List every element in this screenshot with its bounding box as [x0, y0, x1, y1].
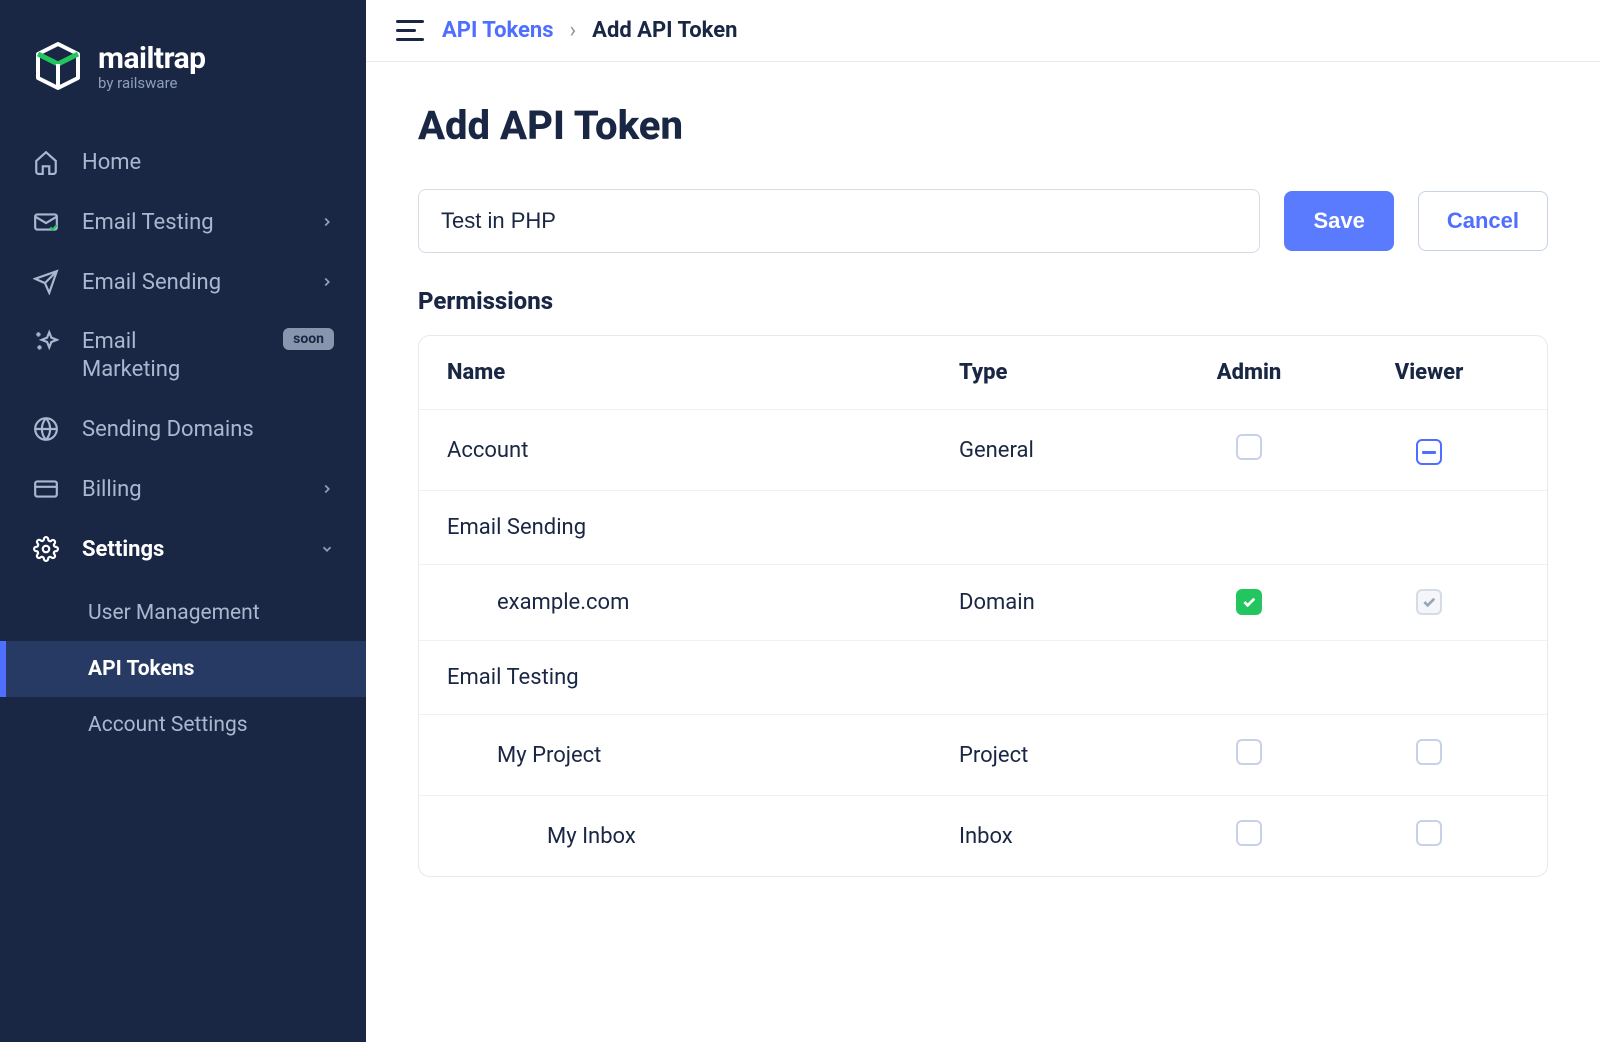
save-button[interactable]: Save: [1284, 191, 1393, 251]
checkbox[interactable]: [1236, 434, 1262, 460]
checkbox[interactable]: [1236, 589, 1262, 615]
brand-logo[interactable]: mailtrap by railsware: [0, 26, 366, 132]
chevron-down-icon: [320, 542, 334, 556]
menu-toggle-icon[interactable]: [396, 20, 424, 42]
main-content: API Tokens › Add API Token Add API Token…: [366, 0, 1600, 1042]
checkbox[interactable]: [1416, 820, 1442, 846]
sidebar-item-email-testing[interactable]: Email Testing: [0, 192, 366, 252]
permission-type: Inbox: [959, 824, 1159, 849]
chevron-right-icon: [320, 215, 334, 229]
permission-admin-cell: [1159, 820, 1339, 852]
permission-name: My Inbox: [447, 824, 959, 849]
gear-icon: [32, 535, 60, 563]
settings-subnav: User Management API Tokens Account Setti…: [0, 579, 366, 759]
sidebar-item-label: Billing: [82, 477, 142, 502]
mailtrap-logo-icon: [32, 40, 84, 92]
permission-row: example.com Domain: [419, 565, 1547, 641]
permission-viewer-cell: [1339, 435, 1519, 466]
home-icon: [32, 148, 60, 176]
sidebar-item-billing[interactable]: Billing: [0, 459, 366, 519]
permission-name: My Project: [447, 743, 959, 768]
checkbox: [1416, 589, 1442, 615]
sidebar-item-label: Settings: [82, 537, 164, 562]
checkbox[interactable]: [1236, 739, 1262, 765]
permission-admin-cell: [1159, 434, 1339, 466]
permissions-header-row: Name Type Admin Viewer: [419, 336, 1547, 410]
sidebar-item-label: Home: [82, 150, 141, 175]
permission-viewer-cell: [1339, 589, 1519, 616]
sidebar-item-label: Email Testing: [82, 210, 214, 235]
permission-type: Project: [959, 743, 1159, 768]
sidebar-item-email-marketing[interactable]: Email Marketing soon: [0, 312, 366, 399]
permission-row: My Project Project: [419, 715, 1547, 796]
page-title: Add API Token: [418, 102, 1548, 149]
send-icon: [32, 268, 60, 296]
token-name-input[interactable]: [418, 189, 1260, 253]
sidebar-item-label-line2: Marketing: [82, 356, 180, 384]
sidebar-item-home[interactable]: Home: [0, 132, 366, 192]
sidebar-item-label: Email Sending: [82, 270, 221, 295]
sidebar-item-email-sending[interactable]: Email Sending: [0, 252, 366, 312]
checkbox[interactable]: [1416, 439, 1442, 465]
chevron-right-icon: [320, 482, 334, 496]
sidebar: mailtrap by railsware Home Email Testing…: [0, 0, 366, 1042]
permission-row: Email Testing: [419, 641, 1547, 715]
cancel-button[interactable]: Cancel: [1418, 191, 1548, 251]
sidebar-item-label: Sending Domains: [82, 417, 254, 442]
soon-badge: soon: [283, 328, 334, 350]
checkbox[interactable]: [1416, 739, 1442, 765]
checkbox[interactable]: [1236, 820, 1262, 846]
chevron-right-icon: [320, 275, 334, 289]
permission-viewer-cell: [1339, 739, 1519, 771]
breadcrumb: API Tokens › Add API Token: [442, 18, 737, 43]
permission-viewer-cell: [1339, 820, 1519, 852]
permission-type: General: [959, 438, 1159, 463]
permission-row: Account General: [419, 410, 1547, 491]
permission-admin-cell: [1159, 739, 1339, 771]
permission-name: Email Testing: [447, 665, 959, 690]
col-admin: Admin: [1159, 360, 1339, 385]
breadcrumb-separator: ›: [570, 18, 577, 43]
subnav-account-settings[interactable]: Account Settings: [0, 697, 366, 753]
token-form-row: Save Cancel: [418, 189, 1548, 253]
permission-name: Email Sending: [447, 515, 959, 540]
permission-type: Domain: [959, 590, 1159, 615]
permission-name: example.com: [447, 590, 959, 615]
topbar: API Tokens › Add API Token: [366, 0, 1600, 62]
sidebar-item-sending-domains[interactable]: Sending Domains: [0, 399, 366, 459]
primary-nav: Home Email Testing Email Sending Email M…: [0, 132, 366, 579]
subnav-api-tokens[interactable]: API Tokens: [0, 641, 366, 697]
sidebar-item-settings[interactable]: Settings: [0, 519, 366, 579]
brand-tagline: by railsware: [98, 74, 206, 92]
globe-icon: [32, 415, 60, 443]
permissions-table: Name Type Admin Viewer Account General E…: [418, 335, 1548, 877]
breadcrumb-current: Add API Token: [592, 18, 737, 43]
sparkles-icon: [32, 328, 60, 356]
brand-name: mailtrap: [98, 41, 206, 76]
permission-row: Email Sending: [419, 491, 1547, 565]
permission-row: My Inbox Inbox: [419, 796, 1547, 876]
col-name: Name: [447, 360, 959, 385]
col-type: Type: [959, 360, 1159, 385]
permissions-heading: Permissions: [418, 287, 1548, 315]
credit-card-icon: [32, 475, 60, 503]
permission-admin-cell: [1159, 589, 1339, 616]
sidebar-item-label-line1: Email: [82, 328, 180, 356]
col-viewer: Viewer: [1339, 360, 1519, 385]
breadcrumb-parent[interactable]: API Tokens: [442, 18, 554, 43]
subnav-user-management[interactable]: User Management: [0, 585, 366, 641]
permission-name: Account: [447, 438, 959, 463]
envelope-check-icon: [32, 208, 60, 236]
